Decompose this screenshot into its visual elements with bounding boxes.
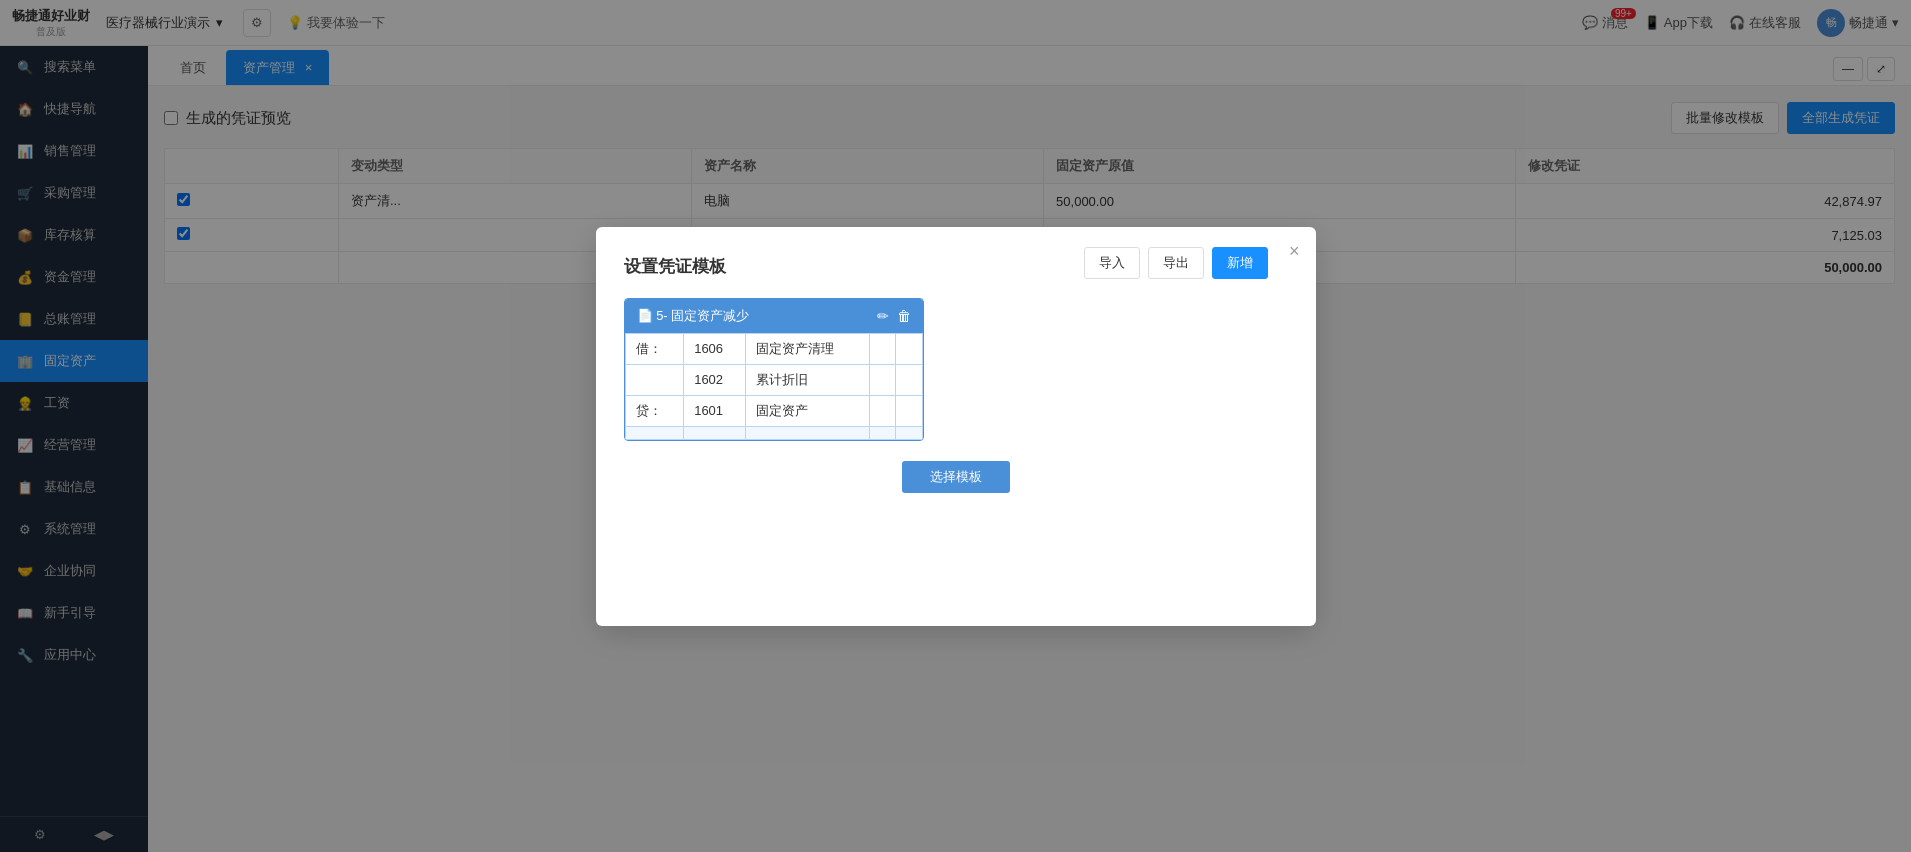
col3 xyxy=(870,364,896,395)
account-name: 固定资产 xyxy=(746,395,870,426)
account-name: 固定资产清理 xyxy=(746,333,870,364)
modal-set-voucher-template: × 导入 导出 新增 设置凭证模板 📄 5- xyxy=(596,227,1316,626)
col4 xyxy=(896,395,922,426)
account-code: 1601 xyxy=(684,395,746,426)
template-card: 📄 5- 固定资产减少 ✏ 🗑 xyxy=(624,298,924,441)
modal-toolbar: 导入 导出 新增 xyxy=(1084,247,1268,279)
template-row: 借： 1606 固定资产清理 xyxy=(625,333,922,364)
template-number: 5- xyxy=(656,308,668,323)
template-name: 固定资产减少 xyxy=(671,308,749,323)
template-row-empty xyxy=(625,426,922,439)
export-button[interactable]: 导出 xyxy=(1148,247,1204,279)
entry-type: 借： xyxy=(625,333,684,364)
col3 xyxy=(870,333,896,364)
template-table: 借： 1606 固定资产清理 1602 xyxy=(625,333,923,440)
template-card-actions: ✏ 🗑 xyxy=(877,308,911,324)
empty-cell xyxy=(896,426,922,439)
choose-template-button[interactable]: 选择模板 xyxy=(902,461,1010,493)
doc-icon: 📄 xyxy=(637,308,653,323)
empty-cell xyxy=(625,426,684,439)
new-template-button[interactable]: 新增 xyxy=(1212,247,1268,279)
col4 xyxy=(896,333,922,364)
empty-cell xyxy=(870,426,896,439)
col4 xyxy=(896,364,922,395)
edit-icon[interactable]: ✏ xyxy=(877,308,889,324)
account-code: 1606 xyxy=(684,333,746,364)
modal-close-button[interactable]: × xyxy=(1289,241,1300,262)
content-area: 首页 资产管理 × — ⤢ 生成的凭证预览 批量修改模板 xyxy=(148,46,1911,852)
template-card-title: 📄 5- 固定资产减少 xyxy=(637,307,750,325)
col3 xyxy=(870,395,896,426)
empty-cell xyxy=(684,426,746,439)
modal-backdrop: × 导入 导出 新增 设置凭证模板 📄 5- xyxy=(148,46,1911,852)
account-code: 1602 xyxy=(684,364,746,395)
template-row: 1602 累计折旧 xyxy=(625,364,922,395)
modal-body: 📄 5- 固定资产减少 ✏ 🗑 xyxy=(624,298,1288,598)
import-button[interactable]: 导入 xyxy=(1084,247,1140,279)
account-name: 累计折旧 xyxy=(746,364,870,395)
empty-cell xyxy=(746,426,870,439)
entry-type xyxy=(625,364,684,395)
template-row: 贷： 1601 固定资产 xyxy=(625,395,922,426)
entry-type: 贷： xyxy=(625,395,684,426)
template-card-header: 📄 5- 固定资产减少 ✏ 🗑 xyxy=(625,299,923,333)
delete-icon[interactable]: 🗑 xyxy=(897,308,911,324)
